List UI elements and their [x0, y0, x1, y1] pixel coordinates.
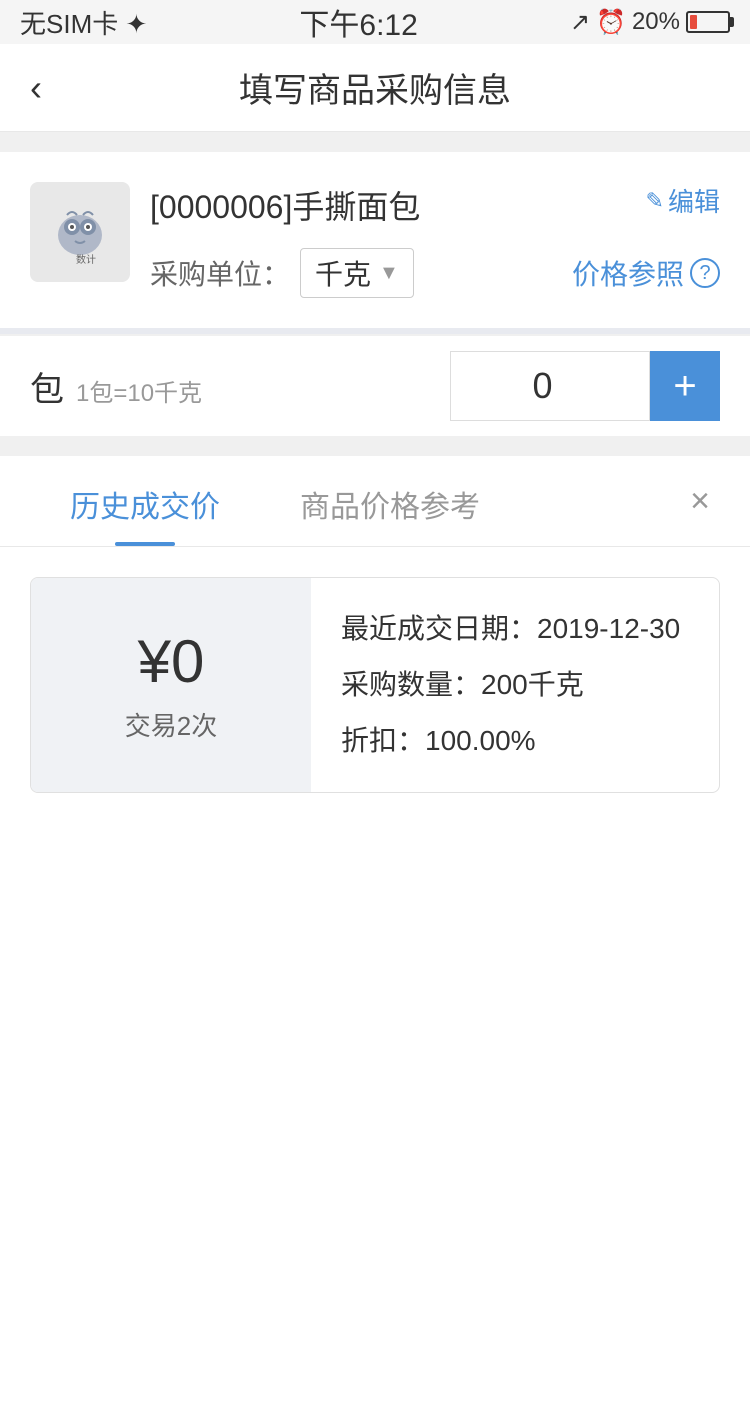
status-left: 无SIM卡 ✦: [20, 4, 147, 41]
battery-icon: [686, 11, 730, 33]
product-image: 数计: [45, 197, 115, 267]
history-price: ¥0: [138, 627, 205, 696]
history-right: 最近成交日期：2019-12-30 采购数量：200千克 折扣：100.00%: [311, 578, 719, 792]
nav-bar: ‹ 填写商品采购信息: [0, 44, 750, 132]
unit-arrow-icon: ▼: [379, 262, 399, 285]
qty-input[interactable]: [450, 351, 650, 421]
product-card: 数计 [0000006]手撕面包 ✎ 编辑 采购单位： 千克 ▼ 价格参照 ?: [0, 152, 750, 328]
unit-value: 千克: [315, 253, 371, 293]
section-divider: [0, 328, 750, 334]
status-bar: 无SIM卡 ✦ 下午6:12 ↗ ⏰ 20%: [0, 0, 750, 44]
qty-conversion-label: 1包=10千克: [76, 373, 202, 408]
product-info: [0000006]手撕面包 ✎ 编辑 采购单位： 千克 ▼ 价格参照 ?: [150, 182, 720, 298]
unit-label: 采购单位：: [150, 253, 290, 293]
history-trade-count: 交易2次: [125, 706, 217, 743]
battery-fill: [690, 15, 697, 29]
history-card: ¥0 交易2次 最近成交日期：2019-12-30 采购数量：200千克 折扣：…: [30, 577, 720, 793]
status-right: ↗ ⏰ 20%: [570, 8, 730, 37]
location-icon: ↗: [570, 8, 590, 37]
qty-plus-button[interactable]: +: [650, 351, 720, 421]
history-recent-date: 最近成交日期：2019-12-30: [341, 608, 689, 650]
tab-price-ref[interactable]: 商品价格参考: [260, 456, 520, 546]
svg-text:数计: 数计: [76, 253, 96, 266]
tab-history-price[interactable]: 历史成交价: [30, 456, 260, 546]
quantity-section: 包 1包=10千克 +: [0, 336, 750, 436]
tabs-container: 历史成交价 商品价格参考 ×: [0, 456, 750, 547]
unit-select[interactable]: 千克 ▼: [300, 248, 414, 298]
price-ref-info-icon: ?: [690, 258, 720, 288]
qty-unit-label: 包: [30, 362, 64, 411]
history-content: ¥0 交易2次 最近成交日期：2019-12-30 采购数量：200千克 折扣：…: [0, 547, 750, 823]
qty-label-group: 包 1包=10千克: [30, 362, 202, 411]
price-ref-button[interactable]: 价格参照 ?: [572, 253, 720, 293]
carrier-text: 无SIM卡 ✦: [20, 4, 147, 41]
product-unit-row: 采购单位： 千克 ▼ 价格参照 ?: [150, 248, 720, 298]
back-button[interactable]: ‹: [30, 67, 42, 109]
history-left: ¥0 交易2次: [31, 578, 311, 792]
product-thumbnail: 数计: [30, 182, 130, 282]
qty-input-group: +: [450, 351, 720, 421]
status-time: 下午6:12: [299, 0, 417, 44]
history-qty: 采购数量：200千克: [341, 664, 689, 706]
alarm-icon: ⏰: [596, 8, 626, 37]
page-title: 填写商品采购信息: [239, 63, 511, 112]
product-name: [0000006]手撕面包: [150, 182, 646, 228]
price-ref-label: 价格参照: [572, 253, 684, 293]
edit-icon: ✎: [646, 188, 664, 214]
history-discount: 折扣：100.00%: [341, 720, 689, 762]
page-fill: [0, 823, 750, 1423]
tab-close-button[interactable]: ×: [680, 472, 720, 531]
battery-percent: 20%: [632, 8, 680, 36]
product-header: [0000006]手撕面包 ✎ 编辑: [150, 182, 720, 228]
edit-button[interactable]: ✎ 编辑: [646, 182, 720, 219]
tabs-inner: 历史成交价 商品价格参考: [30, 456, 680, 546]
